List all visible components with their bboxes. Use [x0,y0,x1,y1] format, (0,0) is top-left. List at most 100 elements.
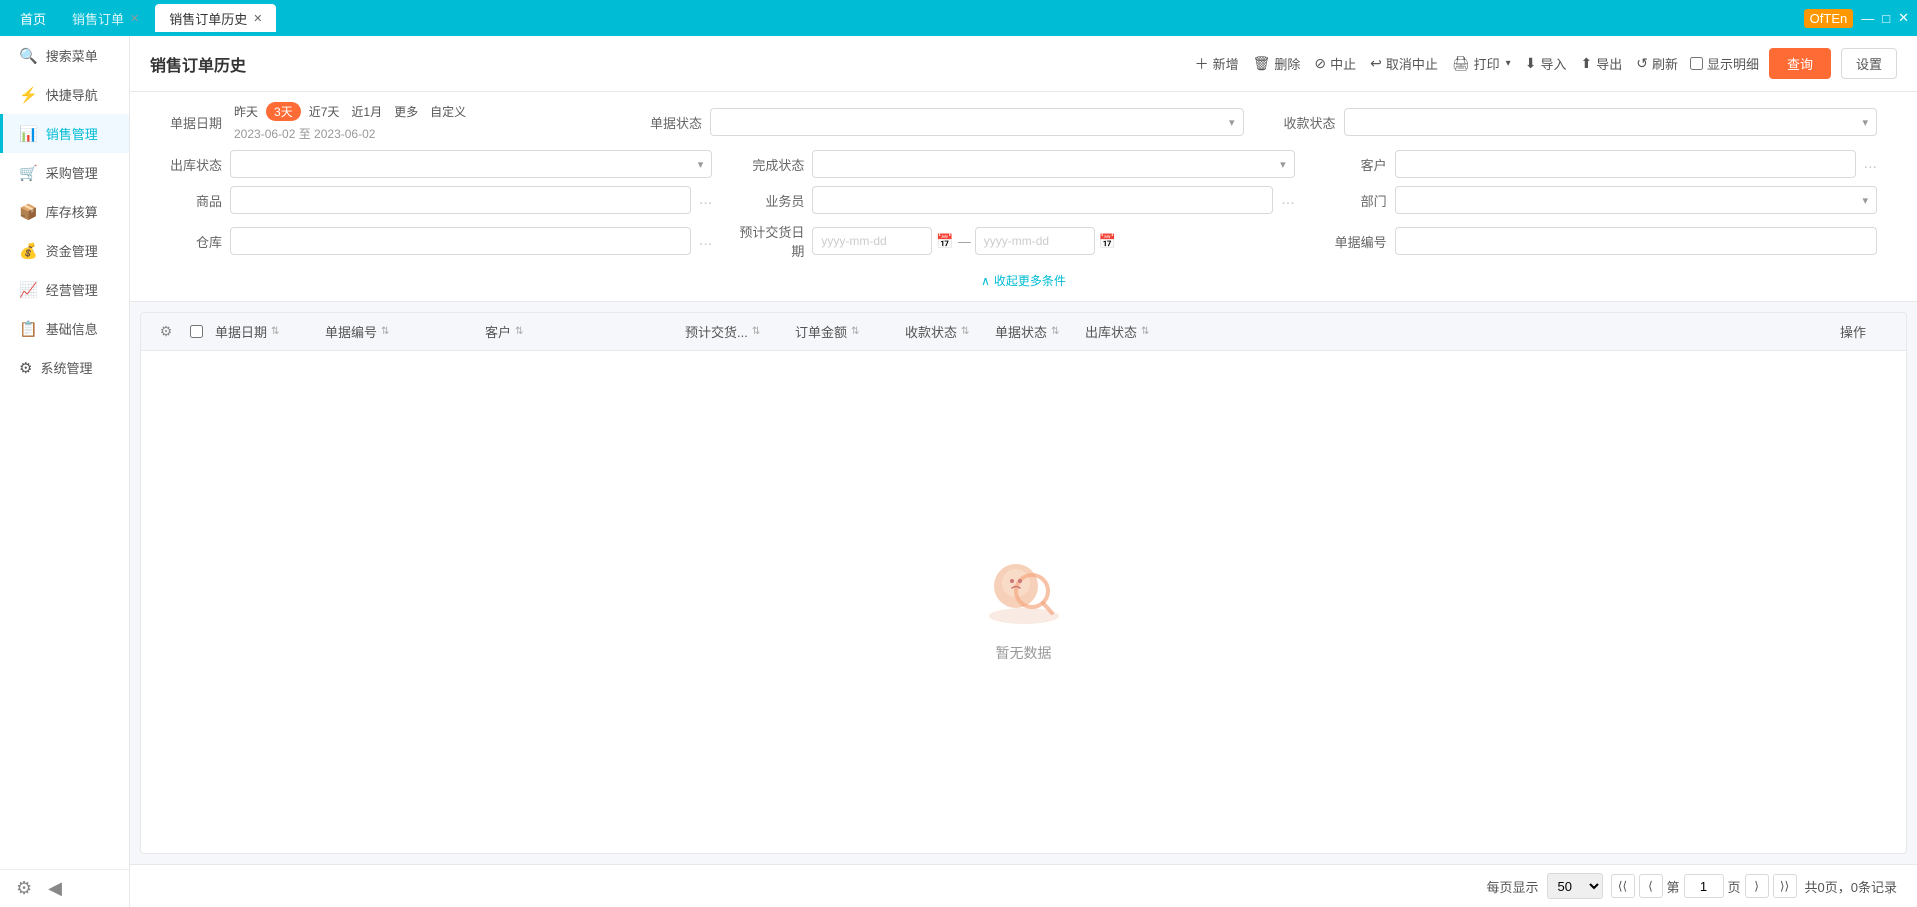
th-warehouse-status[interactable]: 出库状态 ⇅ [1081,322,1181,341]
warehouse-status-select[interactable]: ▾ [230,150,712,178]
delete-button[interactable]: 🗑 删除 [1251,50,1303,77]
close-tab-sales-order[interactable]: ✕ [130,12,139,25]
warehouse-status-label: 出库状态 [150,155,230,174]
tab-sales-order[interactable]: 销售订单 ✕ [58,4,153,32]
sidebar-item-basic-info[interactable]: 📋 基础信息 [0,309,129,348]
page-size-select[interactable]: 50 10 20 100 [1547,873,1603,899]
customer-dots[interactable]: ... [1864,155,1877,173]
th-delivery[interactable]: 预计交货... ⇅ [681,322,791,341]
table-body: 暂无数据 [141,351,1906,853]
date-1month[interactable]: 近1月 [347,102,386,121]
table-settings-icon[interactable]: ⚙ [151,323,181,340]
warehouse-dots[interactable]: ... [699,232,712,250]
date-7days[interactable]: 近7天 [305,102,344,121]
date-3days[interactable]: 3天 [266,102,301,121]
date-custom[interactable]: 自定义 [426,102,470,121]
payment-status-label: 收款状态 [1264,113,1344,132]
display-detail-input[interactable] [1690,57,1703,70]
search-menu-icon: 🔍 [19,47,38,65]
department-control: ▾ [1395,186,1877,214]
last-page-button[interactable]: ⟩⟩ [1773,874,1797,898]
date-dash: — [958,234,971,249]
warehouse-input[interactable] [230,227,691,255]
import-icon: ⬇ [1525,55,1537,72]
sidebar-item-sales-mgmt[interactable]: 📊 销售管理 [0,114,129,153]
window-close[interactable]: ✕ [1898,10,1909,26]
department-select[interactable]: ▾ [1395,186,1877,214]
refresh-button[interactable]: ↺ 刷新 [1634,50,1680,77]
date-yesterday[interactable]: 昨天 [230,102,262,121]
customer-input[interactable] [1395,150,1856,178]
new-button[interactable]: ＋ 新增 [1193,50,1241,78]
export-button[interactable]: ⬆ 导出 [1578,50,1624,77]
sidebar-item-purchase-mgmt[interactable]: 🛒 采购管理 [0,153,129,192]
goods-input[interactable] [230,186,691,214]
import-button[interactable]: ⬇ 导入 [1523,50,1569,77]
main-layout: 🔍 搜索菜单 ⚡ 快捷导航 📊 销售管理 🛒 采购管理 📦 库存核算 💰 资金管… [0,36,1917,907]
table-header: ⚙ 单据日期 ⇅ 单据编号 ⇅ 客户 ⇅ 预计交货... [141,313,1906,351]
purchase-mgmt-icon: 🛒 [19,164,38,182]
tab-home[interactable]: 首页 [8,9,58,28]
next-page-button[interactable]: ⟩ [1745,874,1769,898]
salesperson-label: 业务员 [732,191,812,210]
sidebar-item-system-mgmt[interactable]: ⚙ 系统管理 [0,348,129,387]
tab-sales-order-history[interactable]: 销售订单历史 ✕ [155,4,276,32]
sidebar-collapse-icon[interactable]: ◀ [48,878,62,899]
page-title: 销售订单历史 [150,52,246,88]
sidebar-settings-icon[interactable]: ⚙ [16,878,32,899]
order-status-select[interactable]: ▾ [710,108,1244,136]
cal-to-icon[interactable]: 📅 [1099,233,1116,250]
print-button[interactable]: 🖨 打印 [1450,50,1513,77]
salesperson-dots[interactable]: ... [1281,191,1294,209]
operations-icon: 📈 [19,281,38,299]
sidebar-item-search-menu[interactable]: 🔍 搜索菜单 [0,36,129,75]
sidebar-item-finance[interactable]: 💰 资金管理 [0,231,129,270]
th-order-status[interactable]: 单据状态 ⇅ [991,322,1081,341]
salesperson-input[interactable] [812,186,1273,214]
print-icon: 🖨 [1452,55,1470,72]
table-area: ⚙ 单据日期 ⇅ 单据编号 ⇅ 客户 ⇅ 预计交货... [140,312,1907,854]
first-page-button[interactable]: ⟨⟨ [1611,874,1635,898]
filter-row-4: 仓库 ... 预计交货日期 yyyy-mm-dd 📅 — yyyy-mm-dd [150,222,1897,260]
select-all-checkbox[interactable] [190,325,203,338]
collapse-bar[interactable]: ∧ 收起更多条件 [150,268,1897,291]
page-number-input[interactable] [1684,874,1724,898]
date-to-input[interactable]: yyyy-mm-dd [975,227,1095,255]
date-from-input[interactable]: yyyy-mm-dd [812,227,932,255]
date-more[interactable]: 更多 [390,102,422,121]
goods-dots[interactable]: ... [699,191,712,209]
window-minimize[interactable]: — [1861,11,1874,26]
th-payment-status[interactable]: 收款状态 ⇅ [901,322,991,341]
setting-button[interactable]: 设置 [1841,48,1897,79]
th-number[interactable]: 单据编号 ⇅ [321,322,481,341]
th-select-all[interactable] [181,325,211,338]
cal-from-icon[interactable]: 📅 [936,233,953,250]
complete-status-select[interactable]: ▾ [812,150,1294,178]
expected-date-label: 预计交货日期 [732,222,812,260]
payment-status-select[interactable]: ▾ [1344,108,1878,136]
query-button[interactable]: 查询 [1769,48,1831,79]
basic-info-icon: 📋 [19,320,38,338]
page-size-label: 每页显示 [1486,877,1538,896]
warehouse-status-control: ▾ [230,150,712,178]
stop-button[interactable]: ⊘ 中止 [1312,50,1358,77]
order-num-input[interactable] [1395,227,1877,255]
order-status-control: ▾ [710,108,1244,136]
sidebar-item-operations[interactable]: 📈 经营管理 [0,270,129,309]
sidebar-item-inventory[interactable]: 📦 库存核算 [0,192,129,231]
complete-status-label: 完成状态 [732,155,812,174]
sort-number-icon: ⇅ [381,326,389,337]
cancel-stop-button[interactable]: ↩ 取消中止 [1368,50,1440,77]
prev-page-button[interactable]: ⟨ [1639,874,1663,898]
th-customer[interactable]: 客户 ⇅ [481,322,681,341]
sidebar-item-quick-nav[interactable]: ⚡ 快捷导航 [0,75,129,114]
close-tab-history[interactable]: ✕ [253,12,262,25]
th-amount[interactable]: 订单金额 ⇅ [791,322,901,341]
th-date[interactable]: 单据日期 ⇅ [211,322,321,341]
goods-control: ... [230,186,712,214]
department-arrow: ▾ [1862,194,1868,207]
display-detail-checkbox[interactable]: 显示明细 [1690,54,1759,73]
window-restore[interactable]: □ [1882,11,1890,26]
empty-illustration [974,541,1074,631]
order-num-control [1395,227,1877,255]
